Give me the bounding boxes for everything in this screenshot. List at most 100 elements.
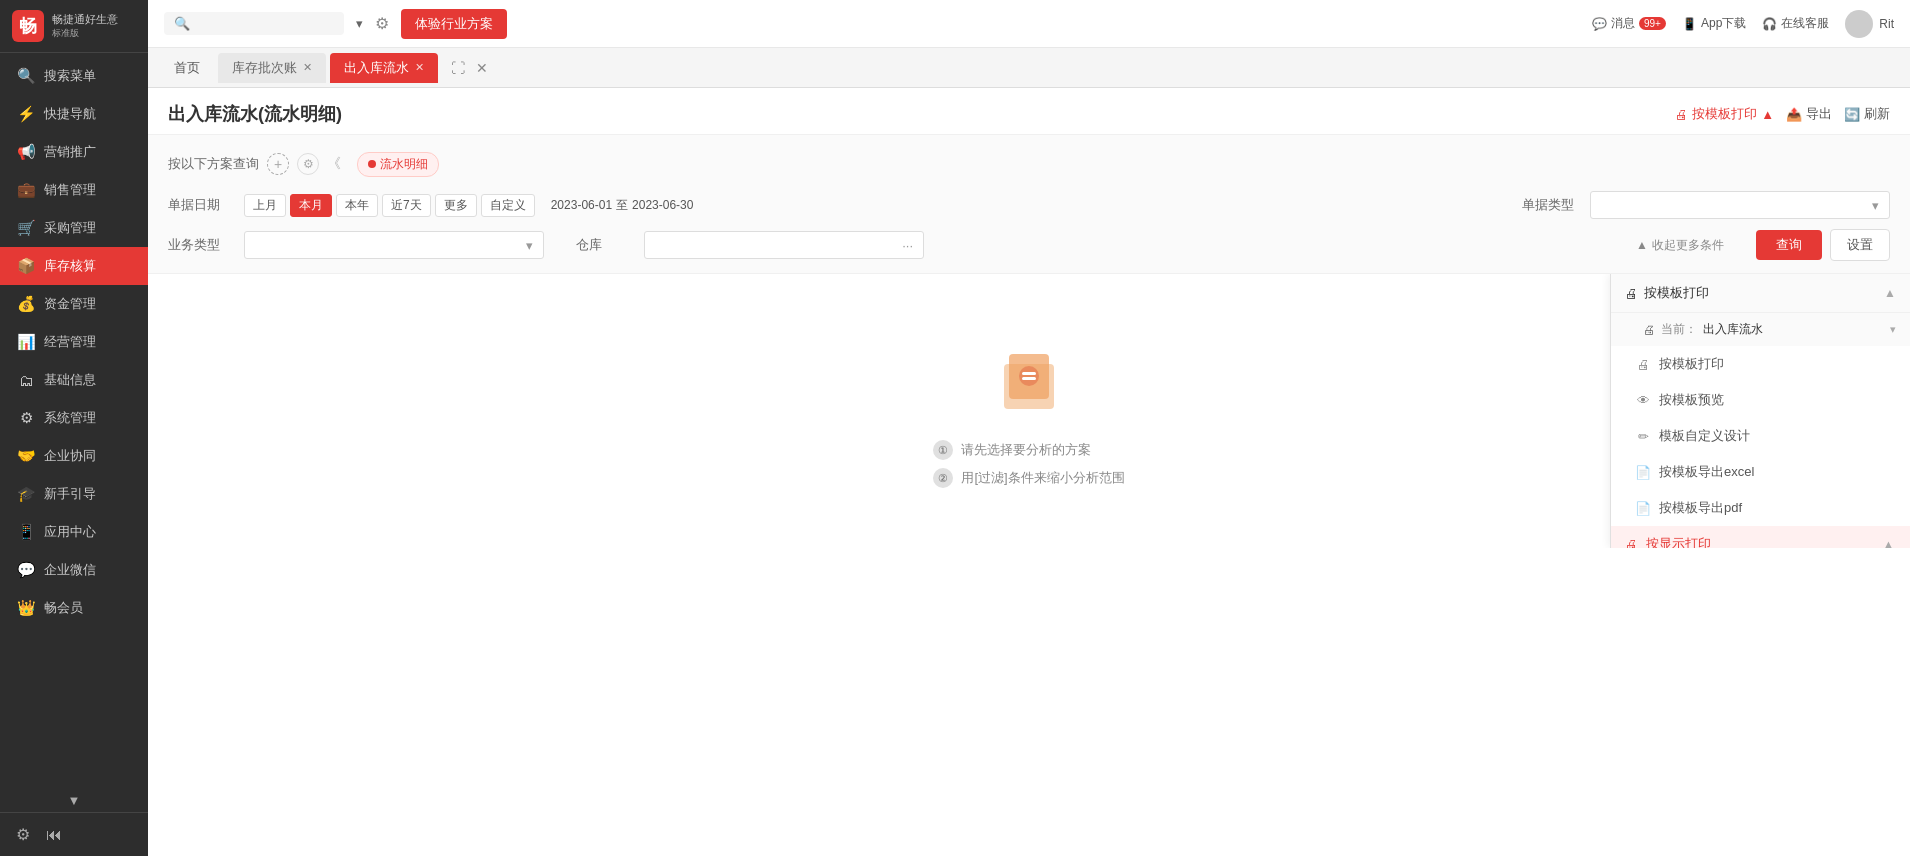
sidebar-item-finance[interactable]: 💰 资金管理 <box>0 285 148 323</box>
online-service-button[interactable]: 🎧 在线客服 <box>1762 15 1829 32</box>
sidebar-item-system[interactable]: ⚙系统管理 <box>0 399 148 437</box>
filter-date-label: 单据日期 <box>168 196 228 214</box>
filter-warehouse-select[interactable]: ··· <box>644 231 924 259</box>
sidebar-item-search[interactable]: 🔍搜索菜单 <box>0 57 148 95</box>
message-badge: 99+ <box>1639 17 1666 30</box>
filter-row-date: 单据日期 上月 本月 本年 近7天 更多 自定义 2023-06-01 至 20… <box>168 191 1890 219</box>
sidebar-scroll-down[interactable]: ▼ <box>0 789 148 812</box>
template-print-label: 按模板打印 <box>1659 355 1724 373</box>
sidebar-item-coop[interactable]: 🤝企业协同 <box>0 437 148 475</box>
crown-icon: 👑 <box>16 599 36 617</box>
query-button[interactable]: 查询 <box>1756 230 1822 260</box>
topbar-gear-icon[interactable]: ⚙ <box>375 14 389 33</box>
app-download-label: App下载 <box>1701 15 1746 32</box>
display-section-header[interactable]: 🖨 按显示打印 ▲ <box>1611 526 1910 548</box>
sidebar-item-vip[interactable]: 👑 畅会员 <box>0 589 148 627</box>
dropdown-template-print[interactable]: 🖨 按模板打印 <box>1611 346 1910 382</box>
dropdown-template-custom[interactable]: ✏ 模板自定义设计 <box>1611 418 1910 454</box>
app-download-button[interactable]: 📱 App下载 <box>1682 15 1746 32</box>
sidebar-item-marketing[interactable]: 📢营销推广 <box>0 133 148 171</box>
topbar: 🔍 ▾ ⚙ 体验行业方案 💬 消息 99+ 📱 App下载 🎧 在线客服 <box>148 0 1910 48</box>
logo-name: 畅捷通好生意 <box>52 12 118 26</box>
search-icon: 🔍 <box>16 67 36 85</box>
mobile-icon: 📱 <box>16 523 36 541</box>
sidebar-item-guide[interactable]: 🎓新手引导 <box>0 475 148 513</box>
sidebar-item-label: 销售管理 <box>44 181 96 199</box>
topbar-search-box[interactable]: 🔍 <box>164 12 344 35</box>
user-menu[interactable]: Rit <box>1845 10 1894 38</box>
sidebar-item-shortcut[interactable]: ⚡快捷导航 <box>0 95 148 133</box>
filter-warehouse-placeholder <box>655 236 668 254</box>
filter-biz-chevron: ▾ <box>526 238 533 253</box>
content-with-panel: ① 请先选择要分析的方案 ② 用[过滤]条件来缩小分析范围 🖨 <box>148 274 1910 548</box>
print-dropdown-scroll: 🖨 当前： 出入库流水 ▾ 🖨 按模板打印 👁 按模板预览 <box>1611 313 1910 548</box>
date-btn-7days[interactable]: 近7天 <box>382 194 431 217</box>
empty-svg <box>984 334 1074 424</box>
current-template-value: 出入库流水 <box>1703 321 1763 338</box>
tab-flow-close[interactable]: ✕ <box>415 61 424 74</box>
date-btn-lastmonth[interactable]: 上月 <box>244 194 286 217</box>
sidebar-item-operation[interactable]: 📊经营管理 <box>0 323 148 361</box>
print-current-template[interactable]: 🖨 当前： 出入库流水 ▾ <box>1611 313 1910 346</box>
printer-icon-2: 🖨 <box>1625 286 1638 301</box>
window-controls: ⛶ ✕ <box>450 60 490 76</box>
empty-step-1-text: 请先选择要分析的方案 <box>961 441 1091 459</box>
date-range: 2023-06-01 至 2023-06-30 <box>551 197 694 214</box>
add-filter-button[interactable]: + <box>267 153 289 175</box>
filter-type-label: 单据类型 <box>1522 196 1582 214</box>
current-template-chevron: ▾ <box>1890 323 1896 336</box>
dropdown-template-pdf[interactable]: 📄 按模板导出pdf <box>1611 490 1910 526</box>
print-template-button[interactable]: 🖨 按模板打印 ▲ <box>1675 105 1774 123</box>
filter-biz-select[interactable]: ▾ <box>244 231 544 259</box>
export-button[interactable]: 📤 导出 <box>1786 105 1832 123</box>
print-dropdown-collapse-button[interactable]: ▲ <box>1884 286 1896 300</box>
message-label: 消息 <box>1611 15 1635 32</box>
dropdown-template-excel[interactable]: 📄 按模板导出excel <box>1611 454 1910 490</box>
filter-type-select[interactable]: ▾ <box>1590 191 1890 219</box>
tab-batch-close[interactable]: ✕ <box>303 61 312 74</box>
sidebar-item-sales[interactable]: 💼销售管理 <box>0 171 148 209</box>
window-close-button[interactable]: ✕ <box>474 60 490 76</box>
logo-badge: 标准版 <box>52 27 118 40</box>
tab-batch[interactable]: 库存批次账 ✕ <box>218 53 326 83</box>
sidebar-item-apps[interactable]: 📱应用中心 <box>0 513 148 551</box>
print-dropdown-panel: 🖨 按模板打印 ▲ 🖨 当前： 出入库流水 ▾ 🖨 <box>1610 274 1910 548</box>
filter-settings-button[interactable]: ⚙ <box>297 153 319 175</box>
display-section-icon: 🖨 <box>1625 537 1638 549</box>
service-label: 在线客服 <box>1781 15 1829 32</box>
refresh-button[interactable]: 🔄 刷新 <box>1844 105 1890 123</box>
sidebar-item-base[interactable]: 🗂基础信息 <box>0 361 148 399</box>
svg-point-2 <box>1019 366 1039 386</box>
window-restore-button[interactable]: ⛶ <box>450 60 466 76</box>
trial-button[interactable]: 体验行业方案 <box>401 9 507 39</box>
dropdown-template-preview[interactable]: 👁 按模板预览 <box>1611 382 1910 418</box>
setup-button[interactable]: 设置 <box>1830 229 1890 261</box>
sidebar-item-label: 资金管理 <box>44 295 96 313</box>
sidebar-item-wechat[interactable]: 💬企业微信 <box>0 551 148 589</box>
sidebar-item-inventory[interactable]: 📦库存核算 <box>0 247 148 285</box>
topbar-search-input[interactable] <box>196 17 316 31</box>
settings-icon[interactable]: ⚙ <box>16 825 30 844</box>
sidebar-item-label: 快捷导航 <box>44 105 96 123</box>
message-icon: 💬 <box>1592 17 1607 31</box>
topbar-nav-dropdown[interactable]: ▾ <box>356 16 363 31</box>
empty-step-2-text: 用[过滤]条件来缩小分析范围 <box>961 469 1124 487</box>
filter-tag-flow[interactable]: 流水明细 <box>357 152 439 177</box>
box-icon: 📦 <box>16 257 36 275</box>
message-button[interactable]: 💬 消息 99+ <box>1592 15 1666 32</box>
sidebar-item-label: 畅会员 <box>44 599 83 617</box>
tab-flow[interactable]: 出入库流水 ✕ <box>330 53 438 83</box>
collapse-more-button[interactable]: ▲ 收起更多条件 <box>1636 237 1724 254</box>
date-btn-thisyear[interactable]: 本年 <box>336 194 378 217</box>
date-btn-more[interactable]: 更多 <box>435 194 477 217</box>
date-btn-thismonth[interactable]: 本月 <box>290 194 332 217</box>
filter-warehouse-ellipsis: ··· <box>902 238 913 253</box>
sidebar-item-purchase[interactable]: 🛒采购管理 <box>0 209 148 247</box>
date-btn-custom[interactable]: 自定义 <box>481 194 535 217</box>
collapse-filter-icon[interactable]: 《 <box>327 155 341 173</box>
page-header: 出入库流水(流水明细) 🖨 按模板打印 ▲ 📤 导出 🔄 刷新 <box>148 88 1910 135</box>
tab-home[interactable]: 首页 <box>160 53 214 83</box>
money-icon: 💰 <box>16 295 36 313</box>
collapse-sidebar-icon[interactable]: ⏮ <box>46 826 62 844</box>
template-excel-label: 按模板导出excel <box>1659 463 1754 481</box>
